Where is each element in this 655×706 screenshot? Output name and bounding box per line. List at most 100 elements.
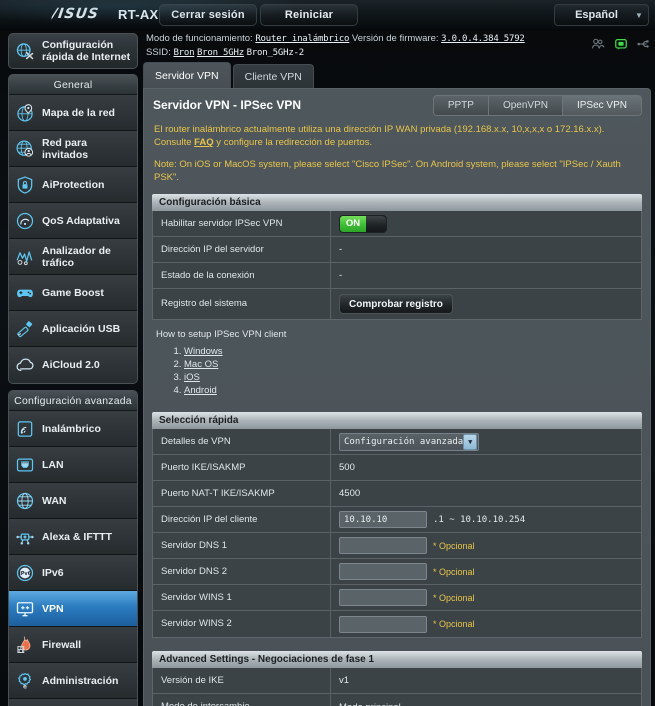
wireless-icon — [17, 420, 33, 437]
row-label-wins-server-2: Servidor WINS 2 — [153, 611, 331, 637]
vpn-monitor-icon — [16, 601, 34, 616]
sidebar: Configuración rápida de Internet General… — [8, 33, 138, 706]
sidebar-item-label: IPv6 — [42, 566, 64, 579]
usb-icon[interactable] — [637, 37, 651, 51]
howto-link-macos[interactable]: Mac OS — [184, 359, 218, 370]
firmware-label: Versión de firmware: — [351, 33, 439, 44]
row-label-server-ip-address: Dirección IP del servidor — [153, 237, 331, 262]
row-label-wins-server-1: Servidor WINS 1 — [153, 585, 331, 610]
sidebar-item-label: Configuración rápida de Internet — [42, 39, 131, 63]
tab-vpn-client[interactable]: Cliente VPN — [232, 64, 314, 88]
howto-link-android[interactable]: Android — [184, 385, 217, 396]
sidebar-item-alexa-ifttt[interactable]: Alexa & IFTTT — [9, 519, 137, 555]
globe-icon — [16, 492, 34, 509]
sidebar-item-label: Game Boost — [42, 286, 104, 299]
sidebar-item-lan[interactable]: LAN — [9, 447, 137, 483]
sidebar-item-label: LAN — [42, 458, 64, 471]
tab-vpn-server[interactable]: Servidor VPN — [143, 62, 231, 88]
sidebar-item-label: QoS Adaptativa — [42, 214, 120, 227]
logout-button[interactable]: Cerrar sesión — [159, 4, 257, 26]
lan-port-icon — [16, 458, 34, 471]
usb-app-icon — [17, 320, 33, 337]
sidebar-item-label: VPN — [42, 602, 64, 615]
reboot-button[interactable]: Reiniciar — [260, 4, 358, 26]
alexa-ifttt-icon — [16, 532, 34, 544]
main-content: Servidor VPN Cliente VPN Servidor VPN - … — [143, 62, 651, 706]
panel-header: Servidor VPN - IPSec VPN PPTP OpenVPN IP… — [144, 89, 650, 121]
svg-text:e: e — [23, 684, 27, 690]
protocol-pptp-button[interactable]: PPTP — [433, 95, 489, 115]
row-label-ike-isakmp-port: Puerto IKE/ISAKMP — [153, 455, 331, 480]
sidebar-item-vpn[interactable]: VPN — [9, 591, 137, 627]
howto-link-windows[interactable]: Windows — [184, 346, 223, 357]
language-selector[interactable]: Español ▼ — [554, 4, 649, 26]
row-value: ON — [331, 211, 641, 236]
wins-server-1-input[interactable] — [339, 589, 427, 606]
optional-hint: * Opcional — [433, 566, 475, 577]
howto-link-ios[interactable]: iOS — [184, 372, 200, 383]
message-icon[interactable] — [614, 37, 628, 51]
sidebar-item-adaptive-qos[interactable]: QoS Adaptativa — [9, 203, 137, 239]
sidebar-item-usb-application[interactable]: Aplicación USB — [9, 311, 137, 347]
sidebar-item-label: Inalámbrico — [42, 422, 101, 435]
top-bar: /ISUS RT-AX92U Cerrar sesión Reiniciar E… — [0, 0, 655, 30]
sidebar-item-aicloud[interactable]: AiCloud 2.0 — [9, 347, 137, 383]
client-ip-range-suffix: .1 ~ 10.10.10.254 — [433, 514, 526, 525]
vpn-tabs: Servidor VPN Cliente VPN — [143, 62, 651, 88]
table-row: Servidor DNS 1 * Opcional — [153, 533, 641, 559]
ssid-1[interactable]: Bron — [173, 48, 194, 58]
howto-setup-block: How to setup IPSec VPN client Windows Ma… — [144, 320, 650, 408]
language-label: Español — [575, 9, 618, 21]
wins-server-2-input[interactable] — [339, 615, 427, 633]
gamepad-icon — [17, 289, 33, 297]
table-row: Estado de la conexión - — [153, 263, 641, 289]
dns-server-1-input[interactable] — [339, 537, 427, 554]
sidebar-item-guest-network[interactable]: Red para invitados — [9, 131, 137, 167]
table-row: Versión de IKE v1 — [153, 668, 641, 694]
table-row: Modo de intercambio Modo principal — [153, 694, 641, 706]
row-value-nat-t-ike-isakmp-port: 4500 — [339, 488, 361, 499]
sidebar-item-aiprotection[interactable]: AiProtection — [9, 167, 137, 203]
sidebar-item-game-boost[interactable]: Game Boost — [9, 275, 137, 311]
enable-ipsec-vpn-toggle[interactable]: ON — [339, 214, 387, 233]
gauge-icon — [16, 212, 34, 229]
mode-label: Modo de funcionamiento: — [146, 33, 253, 44]
asus-logo: /ISUS — [49, 6, 106, 24]
table-row: Habilitar servidor IPSec VPN ON — [153, 211, 641, 237]
sidebar-item-administration[interactable]: e Administración — [9, 663, 137, 699]
guest-network-icon — [16, 140, 34, 157]
sidebar-item-system-log[interactable]: Registro del sistema — [9, 699, 137, 706]
ssid-2[interactable]: Bron_5GHz — [197, 48, 244, 58]
ipv6-icon: IPv6 — [16, 564, 34, 581]
sidebar-item-wan[interactable]: WAN — [9, 483, 137, 519]
sidebar-item-ipv6[interactable]: IPv6 IPv6 — [9, 555, 137, 591]
sidebar-item-quick-internet-setup[interactable]: Configuración rápida de Internet — [8, 33, 138, 69]
faq-link[interactable]: FAQ — [194, 137, 214, 148]
ssid-3: Bron_5GHz-2 — [246, 48, 305, 58]
page-title: Servidor VPN - IPSec VPN — [153, 98, 302, 112]
table-row: Registro del sistema Comprobar registro — [153, 289, 641, 319]
clients-icon[interactable] — [591, 37, 605, 51]
vpn-details-select[interactable]: Configuración avanzada ▼ — [339, 432, 480, 451]
mode-value[interactable]: Router inalámbrico — [255, 34, 349, 44]
protocol-openvpn-button[interactable]: OpenVPN — [488, 95, 563, 115]
sidebar-group-advanced-header: Configuración avanzada — [9, 391, 137, 411]
row-value: Comprobar registro — [331, 289, 641, 319]
protocol-ipsec-vpn-button[interactable]: IPSec VPN — [562, 95, 641, 115]
table-row: Puerto NAT-T IKE/ISAKMP 4500 — [153, 481, 641, 507]
sidebar-item-network-map[interactable]: Mapa de la red — [9, 95, 137, 131]
admin-gear-icon: e — [17, 672, 32, 690]
sidebar-item-wireless[interactable]: Inalámbrico — [9, 411, 137, 447]
client-ip-input[interactable] — [339, 511, 427, 528]
sidebar-item-firewall[interactable]: Firewall — [9, 627, 137, 663]
firmware-value[interactable]: 3.0.0.4.384_5792 — [441, 34, 525, 44]
check-log-button[interactable]: Comprobar registro — [339, 294, 453, 314]
sidebar-item-label: Alexa & IFTTT — [42, 530, 113, 543]
cloud-icon — [16, 358, 34, 372]
basic-settings-table: Habilitar servidor IPSec VPN ON Direcció… — [152, 211, 642, 320]
dns-server-2-input[interactable] — [339, 563, 427, 580]
row-label-dns-server-2: Servidor DNS 2 — [153, 559, 331, 584]
row-label-exchange-mode: Modo de intercambio — [153, 694, 331, 706]
sidebar-item-traffic-analyzer[interactable]: Analizador de tráfico — [9, 239, 137, 275]
